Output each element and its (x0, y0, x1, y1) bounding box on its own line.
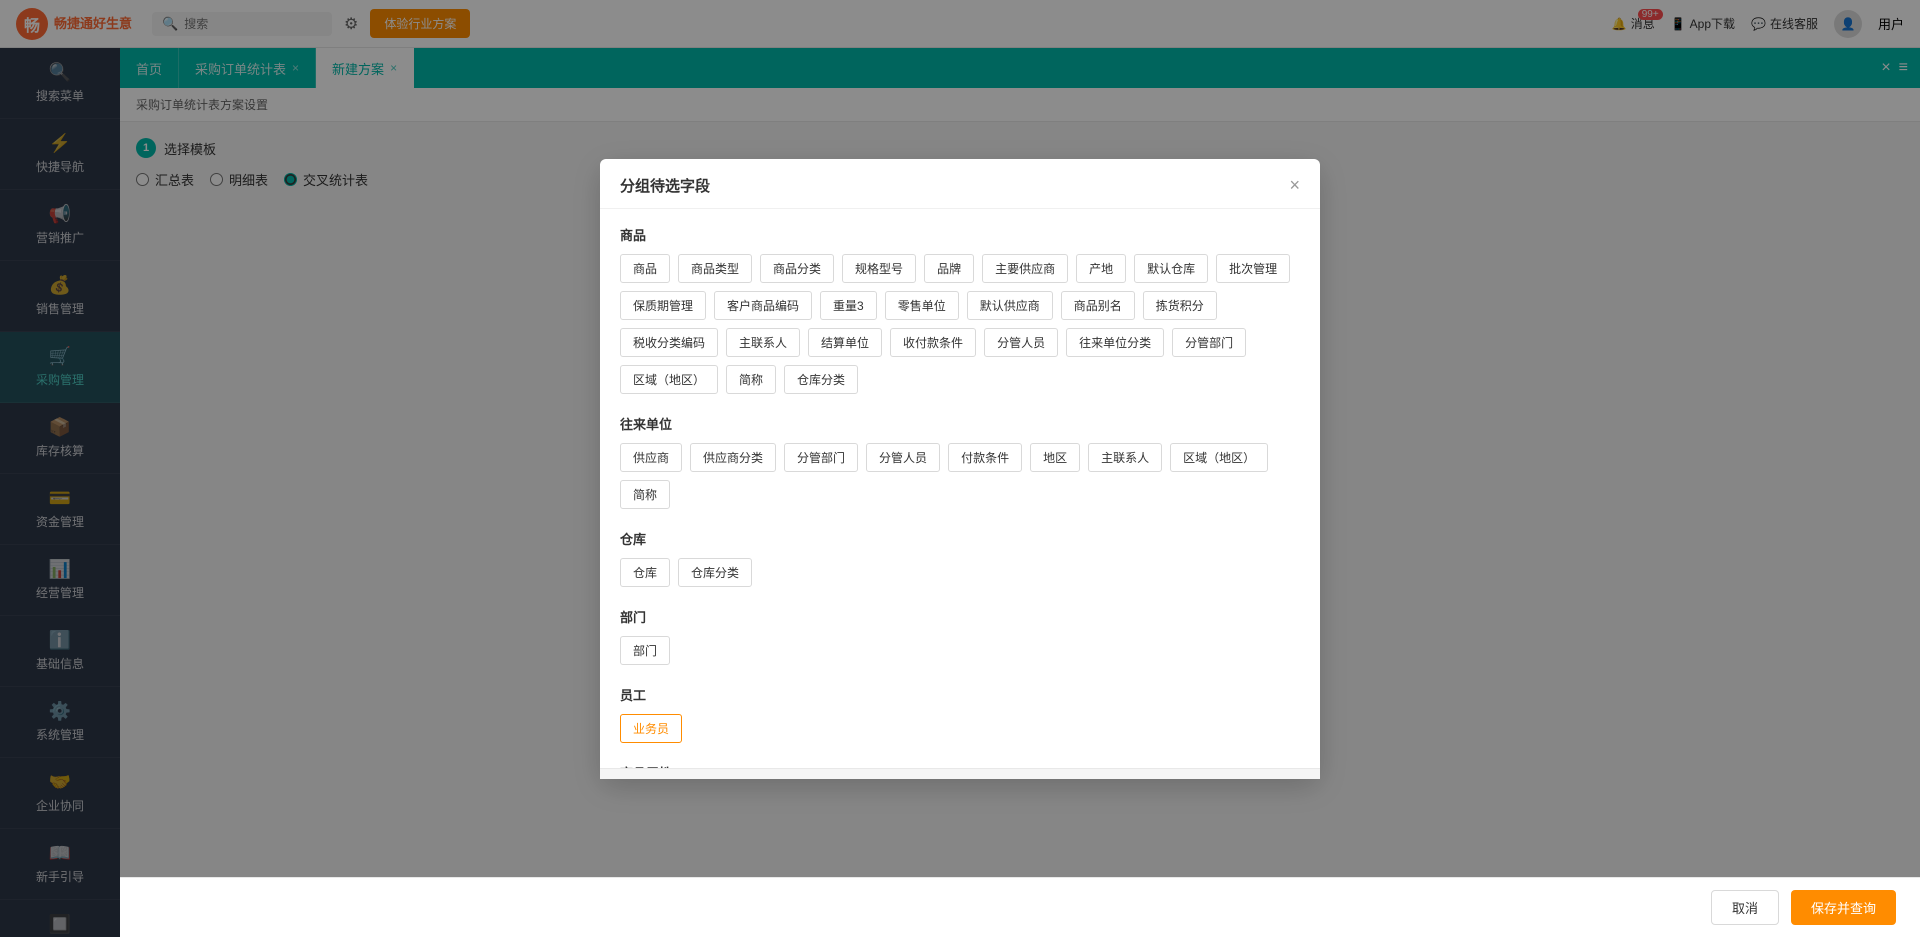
cancel-button[interactable]: 取消 (1711, 890, 1779, 925)
save-button[interactable]: 保存并查询 (1791, 890, 1896, 925)
dialog-header: 分组待选字段 × (600, 159, 1320, 209)
field-wh-category[interactable]: 仓库分类 (678, 558, 752, 587)
field-region-area[interactable]: 区域（地区） (1170, 443, 1268, 472)
group-dept: 部门 部门 (620, 607, 1300, 665)
field-short-name[interactable]: 简称 (726, 365, 776, 394)
field-pick-score[interactable]: 拣货积分 (1143, 291, 1217, 320)
field-warehouse-category[interactable]: 仓库分类 (784, 365, 858, 394)
dialog-close-button[interactable]: × (1289, 175, 1300, 196)
field-default-warehouse[interactable]: 默认仓库 (1134, 254, 1208, 283)
dialog-body[interactable]: 商品 商品 商品类型 商品分类 规格型号 品牌 主要供应商 产地 默认仓库 批次… (600, 209, 1320, 769)
field-product-category[interactable]: 商品分类 (760, 254, 834, 283)
field-wh[interactable]: 仓库 (620, 558, 670, 587)
field-product-type[interactable]: 商品类型 (678, 254, 752, 283)
field-settlement-unit[interactable]: 结算单位 (808, 328, 882, 357)
group-dept-fields: 部门 (620, 636, 1300, 665)
field-main-contact[interactable]: 主联系人 (726, 328, 800, 357)
group-staff-label: 员工 (620, 685, 1300, 704)
group-warehouse-label: 仓库 (620, 529, 1300, 548)
page-footer: 取消 保存并查询 (120, 877, 1920, 937)
field-supplier-category[interactable]: 供应商分类 (690, 443, 776, 472)
field-pay-terms[interactable]: 付款条件 (948, 443, 1022, 472)
field-retail-unit[interactable]: 零售单位 (885, 291, 959, 320)
field-charge-person[interactable]: 分管人员 (984, 328, 1058, 357)
group-staff-fields: 业务员 (620, 714, 1300, 743)
field-primary-contact[interactable]: 主联系人 (1088, 443, 1162, 472)
dialog-hscroll[interactable] (600, 768, 1320, 778)
overlay: 分组待选字段 × 商品 商品 商品类型 商品分类 规格型号 品牌 主要供应商 产… (0, 0, 1920, 937)
field-salesperson[interactable]: 业务员 (620, 714, 682, 743)
field-weight[interactable]: 重量3 (820, 291, 877, 320)
field-abbr[interactable]: 简称 (620, 480, 670, 509)
field-area[interactable]: 地区 (1030, 443, 1080, 472)
field-default-supplier[interactable]: 默认供应商 (967, 291, 1053, 320)
field-origin[interactable]: 产地 (1076, 254, 1126, 283)
group-product: 商品 商品 商品类型 商品分类 规格型号 品牌 主要供应商 产地 默认仓库 批次… (620, 225, 1300, 394)
group-partner-fields: 供应商 供应商分类 分管部门 分管人员 付款条件 地区 主联系人 区域（地区） … (620, 443, 1300, 509)
field-manage-dept[interactable]: 分管部门 (784, 443, 858, 472)
field-supplier[interactable]: 供应商 (620, 443, 682, 472)
field-charge-dept[interactable]: 分管部门 (1172, 328, 1246, 357)
group-partner: 往来单位 供应商 供应商分类 分管部门 分管人员 付款条件 地区 主联系人 区域… (620, 414, 1300, 509)
dialog-title: 分组待选字段 (620, 175, 710, 196)
field-batch-mgmt[interactable]: 批次管理 (1216, 254, 1290, 283)
group-dept-label: 部门 (620, 607, 1300, 626)
dialog: 分组待选字段 × 商品 商品 商品类型 商品分类 规格型号 品牌 主要供应商 产… (600, 159, 1320, 779)
group-staff: 员工 业务员 (620, 685, 1300, 743)
group-warehouse: 仓库 仓库 仓库分类 (620, 529, 1300, 587)
field-product[interactable]: 商品 (620, 254, 670, 283)
field-product-alias[interactable]: 商品别名 (1061, 291, 1135, 320)
field-region[interactable]: 区域（地区） (620, 365, 718, 394)
group-partner-label: 往来单位 (620, 414, 1300, 433)
group-product-fields: 商品 商品类型 商品分类 规格型号 品牌 主要供应商 产地 默认仓库 批次管理 … (620, 254, 1300, 394)
field-payment-terms[interactable]: 收付款条件 (890, 328, 976, 357)
field-customer-code[interactable]: 客户商品编码 (714, 291, 812, 320)
field-dept[interactable]: 部门 (620, 636, 670, 665)
field-main-supplier[interactable]: 主要供应商 (982, 254, 1068, 283)
group-warehouse-fields: 仓库 仓库分类 (620, 558, 1300, 587)
field-spec-model[interactable]: 规格型号 (842, 254, 916, 283)
field-manage-person[interactable]: 分管人员 (866, 443, 940, 472)
field-partner-category[interactable]: 往来单位分类 (1066, 328, 1164, 357)
field-tax-code[interactable]: 税收分类编码 (620, 328, 718, 357)
group-product-label: 商品 (620, 225, 1300, 244)
field-shelf-life[interactable]: 保质期管理 (620, 291, 706, 320)
field-brand[interactable]: 品牌 (924, 254, 974, 283)
